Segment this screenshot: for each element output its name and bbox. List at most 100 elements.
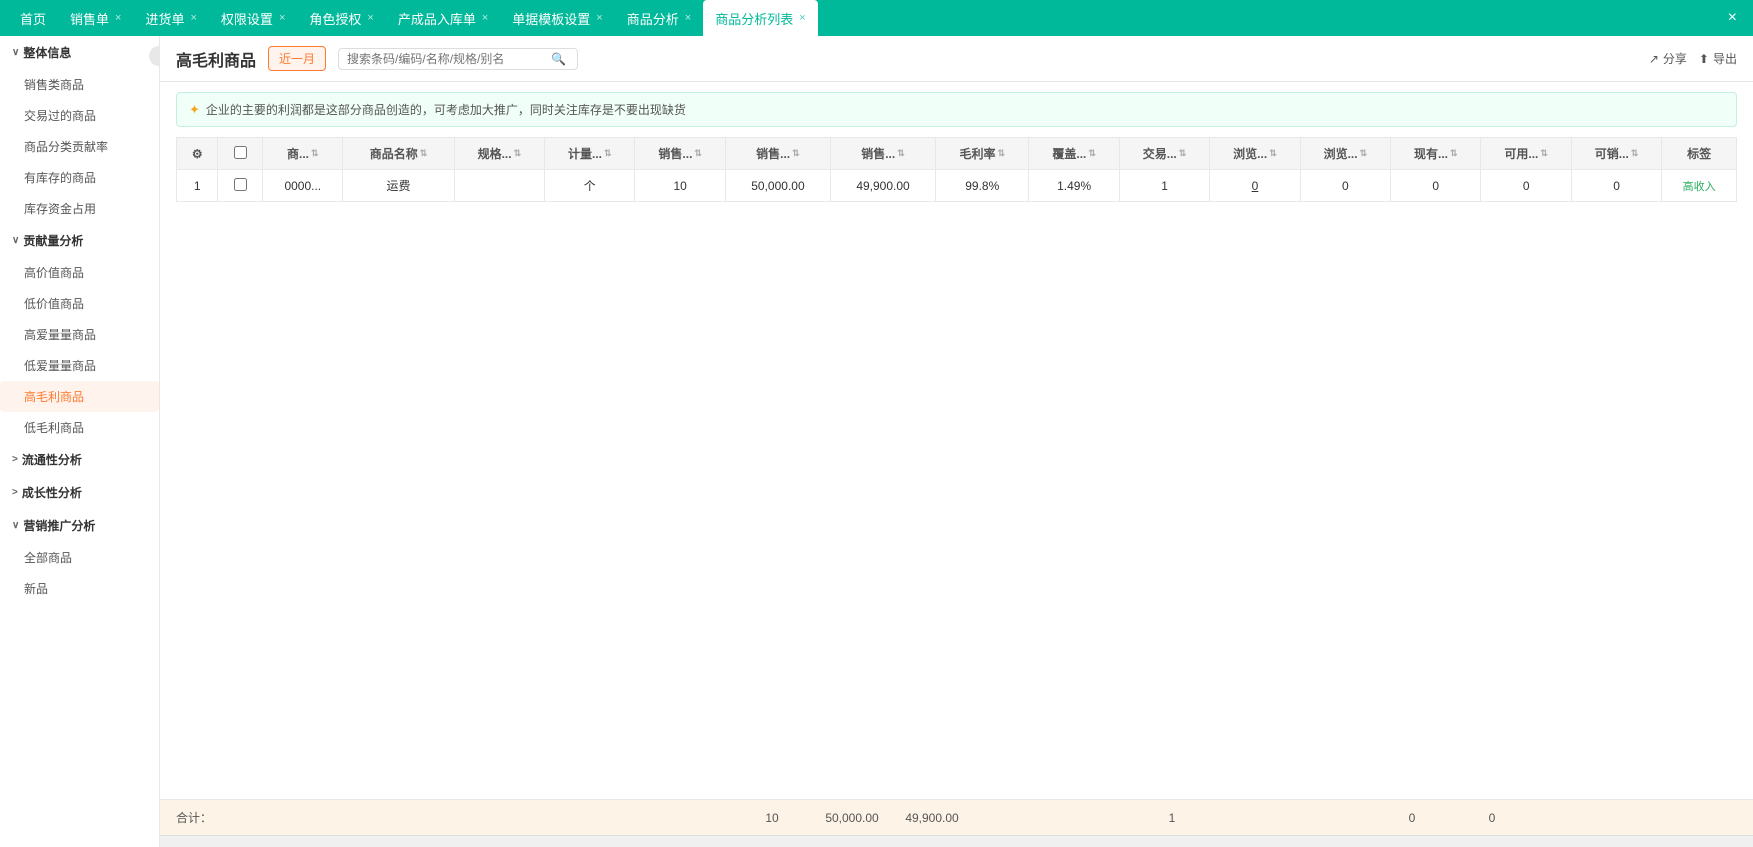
sidebar-item-low-value-goods[interactable]: 低价值商品 [0,288,159,319]
col-header-product-name[interactable]: 商品名称⇅ [343,138,454,170]
cell-unit-0: 个 [545,170,635,202]
sidebar-group-title-treasure-analysis[interactable]: ∨贡献量分析 [0,224,159,257]
sidebar-item-high-value-goods[interactable]: 高价值商品 [0,257,159,288]
sidebar-group-title-liquidity-analysis[interactable]: >流通性分析 [0,443,159,476]
sort-icon-transactions[interactable]: ⇅ [1179,148,1187,159]
nav-close-permission-settings[interactable]: × [279,12,285,24]
browse1-link-0[interactable]: 0 [1252,179,1259,193]
nav-item-permission-settings[interactable]: 权限设置× [209,0,297,36]
cell-current-stock-0: 0 [1391,170,1481,202]
sort-icon-unit[interactable]: ⇅ [604,148,612,159]
sidebar-item-traded-goods[interactable]: 交易过的商品 [0,100,159,131]
horizontal-scrollbar[interactable] [160,835,1753,847]
nav-close-product-storage[interactable]: × [482,12,488,24]
content-header: 高毛利商品 近一月 🔍 ↗ 分享 ⬆ 导出 [160,36,1753,82]
search-box: 🔍 [338,48,578,70]
col-header-available-stock[interactable]: 可用...⇅ [1481,138,1571,170]
filter-button[interactable]: 近一月 [268,46,326,71]
col-header-current-stock[interactable]: 现有...⇅ [1391,138,1481,170]
cell-transactions-0: 1 [1119,170,1209,202]
share-button[interactable]: ↗ 分享 [1649,50,1687,67]
col-label-sales-qty: 销售... [658,145,692,162]
col-settings[interactable]: ⚙ [177,138,218,170]
sidebar-item-inventory-goods[interactable]: 有库存的商品 [0,162,159,193]
sort-icon-spec[interactable]: ⇅ [514,148,522,159]
nav-item-purchase-order[interactable]: 进货单× [133,0,208,36]
nav-item-role-permissions[interactable]: 角色授权× [297,0,385,36]
sidebar: 《 ∨整体信息销售类商品交易过的商品商品分类贡献率有库存的商品库存资金占用∨贡献… [0,36,160,847]
nav-close-role-permissions[interactable]: × [367,12,373,24]
export-button[interactable]: ⬆ 导出 [1699,50,1737,67]
close-all-button[interactable]: × [1720,9,1745,27]
col-header-browse1[interactable]: 浏览...⇅ [1210,138,1300,170]
col-header-saleable-stock[interactable]: 可销...⇅ [1571,138,1661,170]
col-header-unit[interactable]: 计量...⇅ [545,138,635,170]
sidebar-item-goods-segment-contribution[interactable]: 商品分类贡献率 [0,131,159,162]
cell-sales-amount-0: 50,000.00 [725,170,830,202]
col-header-sales-cost[interactable]: 销售...⇅ [830,138,935,170]
cell-sales-cost-0: 49,900.00 [830,170,935,202]
sort-icon-coverage[interactable]: ⇅ [1088,148,1096,159]
col-header-spec[interactable]: 规格...⇅ [454,138,544,170]
sidebar-item-sales-goods[interactable]: 销售类商品 [0,69,159,100]
sidebar-item-new-goods[interactable]: 新品 [0,573,159,604]
sidebar-item-inventory-fund-occupation[interactable]: 库存资金占用 [0,193,159,224]
nav-item-template-settings[interactable]: 单据模板设置× [500,0,614,36]
arrow-icon-marketing-analysis: ∨ [12,520,19,531]
sort-icon-browse2[interactable]: ⇅ [1360,148,1368,159]
col-header-product-code[interactable]: 商...⇅ [263,138,343,170]
nav-close-product-analysis-list[interactable]: × [799,12,805,24]
page-title: 高毛利商品 [176,47,256,71]
sort-icon-saleable-stock[interactable]: ⇅ [1631,148,1639,159]
sidebar-group-title-marketing-analysis[interactable]: ∨营销推广分析 [0,509,159,542]
select-all-checkbox[interactable] [234,146,247,159]
sort-icon-sales-qty[interactable]: ⇅ [694,148,702,159]
col-header-margin-rate[interactable]: 毛利率⇅ [936,138,1029,170]
arrow-icon-treasure-analysis: ∨ [12,235,19,246]
cell-tag-0: 高收入 [1662,170,1737,202]
cell-saleable-stock-0: 0 [1571,170,1661,202]
cell-available-stock-0: 0 [1481,170,1571,202]
sort-icon-product-code[interactable]: ⇅ [311,148,319,159]
sort-icon-margin-rate[interactable]: ⇅ [997,148,1005,159]
col-label-product-name: 商品名称 [370,145,418,162]
search-icon[interactable]: 🔍 [551,52,566,66]
sidebar-group-label-overall-info: 整体信息 [23,44,71,61]
row-checkbox-0[interactable] [234,178,247,191]
nav-item-product-analysis-list[interactable]: 商品分析列表× [703,0,817,36]
col-label-available-stock: 可用... [1504,145,1538,162]
col-header-browse2[interactable]: 浏览...⇅ [1300,138,1390,170]
row-settings-0: 1 [177,170,218,202]
nav-close-template-settings[interactable]: × [596,12,602,24]
cell-browse1-0: 0 [1210,170,1300,202]
col-header-coverage[interactable]: 覆盖...⇅ [1029,138,1119,170]
sort-icon-sales-amount[interactable]: ⇅ [792,148,800,159]
nav-close-sales-order[interactable]: × [115,12,121,24]
col-header-sales-qty[interactable]: 销售...⇅ [635,138,725,170]
sort-icon-available-stock[interactable]: ⇅ [1540,148,1548,159]
nav-item-home[interactable]: 首页 [8,0,58,36]
nav-item-product-storage[interactable]: 产成品入库单× [386,0,500,36]
sidebar-item-high-margin-goods[interactable]: 高毛利商品 [0,381,159,412]
col-header-sales-amount[interactable]: 销售...⇅ [725,138,830,170]
footer-cell-6: 10 [732,811,812,825]
sort-icon-browse1[interactable]: ⇅ [1269,148,1277,159]
sidebar-item-low-freq-goods[interactable]: 低爱量量商品 [0,350,159,381]
nav-item-product-analysis[interactable]: 商品分析× [615,0,703,36]
col-header-transactions[interactable]: 交易...⇅ [1119,138,1209,170]
nav-item-sales-order[interactable]: 销售单× [58,0,133,36]
sidebar-item-all-goods[interactable]: 全部商品 [0,542,159,573]
nav-close-purchase-order[interactable]: × [190,12,196,24]
sidebar-item-high-freq-goods[interactable]: 高爱量量商品 [0,319,159,350]
search-input[interactable] [347,52,547,66]
nav-close-product-analysis[interactable]: × [685,12,691,24]
sidebar-group-title-growth-analysis[interactable]: >成长性分析 [0,476,159,509]
settings-icon[interactable]: ⚙ [192,147,203,161]
sort-icon-sales-cost[interactable]: ⇅ [897,148,905,159]
sort-icon-current-stock[interactable]: ⇅ [1450,148,1458,159]
sidebar-group-title-overall-info[interactable]: ∨整体信息 [0,36,159,69]
col-label-browse2: 浏览... [1324,145,1358,162]
table-row: 10000...运费个1050,000.0049,900.0099.8%1.49… [177,170,1737,202]
sort-icon-product-name[interactable]: ⇅ [420,148,428,159]
sidebar-item-low-margin-goods[interactable]: 低毛利商品 [0,412,159,443]
